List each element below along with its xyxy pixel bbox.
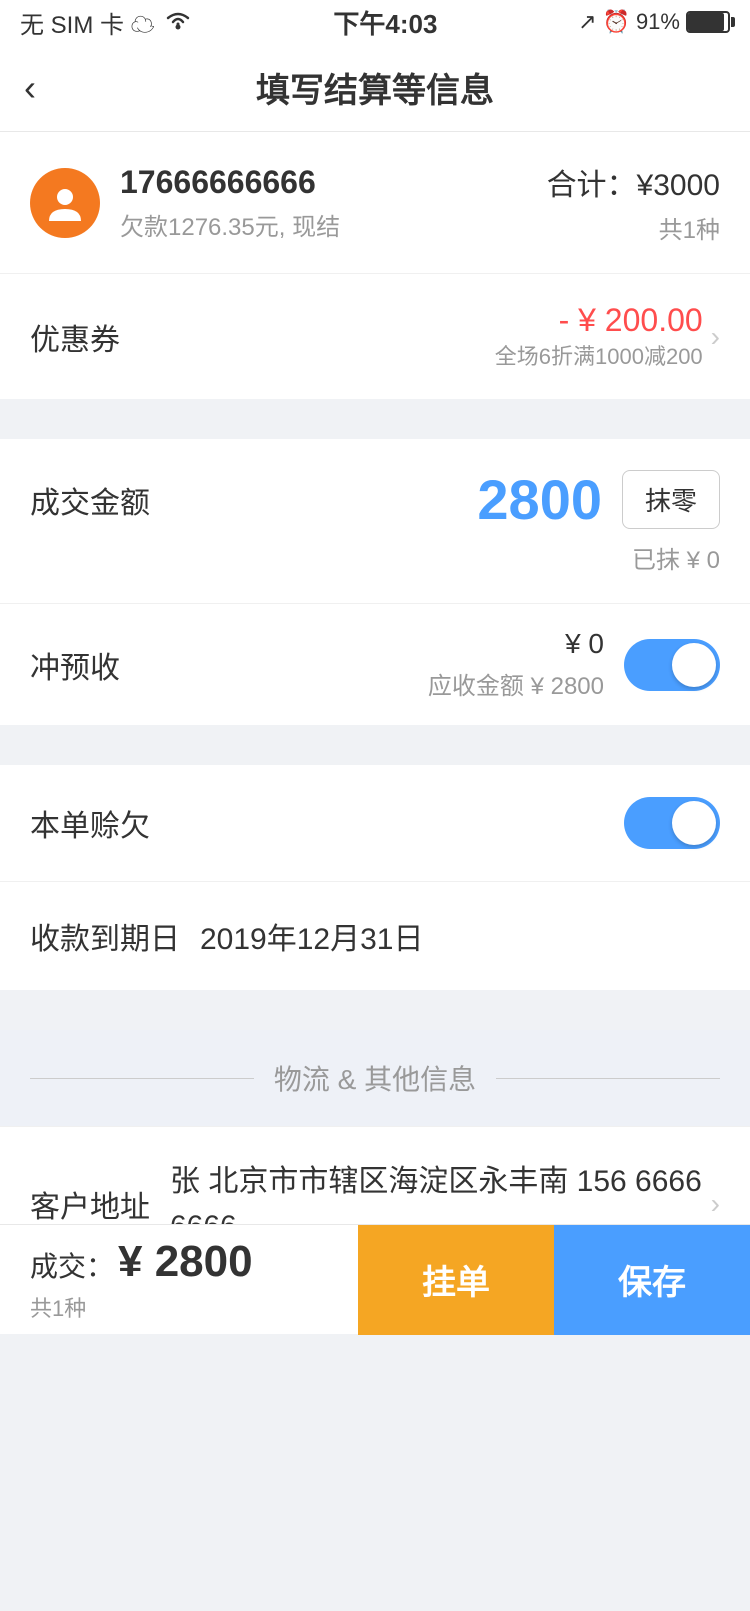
section-divider-1 <box>0 419 750 439</box>
user-phone: 17666666666 <box>120 164 340 201</box>
date-row: 收款到期日 2019年12月31日 <box>0 881 750 990</box>
user-left: 17666666666 欠款1276.35元, 现结 <box>30 164 340 242</box>
deal-label: 成交： <box>30 1245 114 1285</box>
status-right: ↗ ⏰ 91% <box>578 9 730 35</box>
logistics-header: 物流 & 其他信息 <box>0 1030 750 1126</box>
debt-toggle-thumb <box>672 801 716 845</box>
avatar <box>30 168 100 238</box>
precollect-desc: 应收金额 ¥ 2800 <box>428 666 604 701</box>
logistics-line-left <box>30 1078 254 1079</box>
address-label: 客户地址 <box>30 1182 150 1226</box>
user-sub-text: 欠款1276.35元, 现结 <box>120 207 340 242</box>
bottom-padding <box>0 1501 750 1611</box>
nav-bar: ‹ 填写结算等信息 <box>0 44 750 132</box>
amount-sub: 已抹 ¥ 0 <box>30 540 720 575</box>
user-card: 17666666666 欠款1276.35元, 现结 合计：¥3000 共1种 … <box>0 132 750 399</box>
logistics-line-right <box>496 1078 720 1079</box>
coupon-desc: 全场6折满1000减200 <box>495 339 703 371</box>
date-label: 收款到期日 <box>30 914 180 958</box>
toggle-thumb <box>672 643 716 687</box>
amount-label: 成交金额 <box>30 478 150 522</box>
user-right: 合计：¥3000 共1种 <box>547 160 720 245</box>
main-content: 17666666666 欠款1276.35元, 现结 合计：¥3000 共1种 … <box>0 132 750 1611</box>
user-info: 17666666666 欠款1276.35元, 现结 <box>120 164 340 242</box>
round-button[interactable]: 抹零 <box>622 470 720 529</box>
user-row: 17666666666 欠款1276.35元, 现结 合计：¥3000 共1种 <box>0 132 750 273</box>
precollect-values: ¥ 0 应收金额 ¥ 2800 <box>428 628 604 701</box>
debt-card: 本单赊欠 收款到期日 2019年12月31日 <box>0 765 750 990</box>
deal-count: 共1种 <box>30 1291 328 1323</box>
coupon-label: 优惠券 <box>30 315 120 359</box>
coupon-chevron-icon: › <box>711 321 720 353</box>
amount-number: 2800 <box>477 467 602 532</box>
page-title: 填写结算等信息 <box>256 63 494 112</box>
wifi-icon <box>163 8 193 37</box>
amount-section: 成交金额 2800 抹零 已抹 ¥ 0 <box>0 439 750 603</box>
status-left: 无 SIM 卡 ☁ <box>20 5 193 40</box>
alarm-icon: ⏰ <box>603 9 630 35</box>
amount-value-block: 2800 抹零 <box>477 467 720 532</box>
deal-amount: ¥ 2800 <box>118 1237 253 1287</box>
coupon-row[interactable]: 优惠券 - ¥ 200.00 全场6折满1000减200 › <box>0 273 750 399</box>
precollect-right: ¥ 0 应收金额 ¥ 2800 <box>428 628 720 701</box>
section-divider-2 <box>0 745 750 765</box>
precollect-toggle[interactable] <box>624 639 720 691</box>
coupon-right: - ¥ 200.00 全场6折满1000减200 › <box>495 302 720 371</box>
sim-status: 无 SIM 卡 ☁ <box>20 5 155 40</box>
status-time: 下午4:03 <box>333 4 437 41</box>
debt-label: 本单赊欠 <box>30 801 150 845</box>
hang-button[interactable]: 挂单 <box>358 1225 554 1335</box>
bottom-bar: 成交： ¥ 2800 共1种 挂单 保存 <box>0 1224 750 1334</box>
logistics-label: 物流 & 其他信息 <box>274 1058 476 1098</box>
debt-row: 本单赊欠 <box>0 765 750 881</box>
back-button[interactable]: ‹ <box>24 67 36 109</box>
precollect-amount: ¥ 0 <box>428 628 604 660</box>
amount-card: 成交金额 2800 抹零 已抹 ¥ 0 冲预收 ¥ 0 应收金额 ¥ 2800 <box>0 439 750 725</box>
amount-row: 成交金额 2800 抹零 <box>30 467 720 532</box>
save-button[interactable]: 保存 <box>554 1225 750 1335</box>
address-chevron-icon: › <box>711 1188 720 1220</box>
debt-toggle[interactable] <box>624 797 720 849</box>
user-count: 共1种 <box>547 210 720 245</box>
precollect-row: 冲预收 ¥ 0 应收金额 ¥ 2800 <box>0 603 750 725</box>
battery-icon <box>686 11 730 33</box>
user-total: 合计：¥3000 <box>547 160 720 204</box>
status-bar: 无 SIM 卡 ☁ 下午4:03 ↗ ⏰ 91% <box>0 0 750 44</box>
section-divider-3 <box>0 1010 750 1030</box>
location-icon: ↗ <box>578 9 596 35</box>
coupon-amount: - ¥ 200.00 <box>495 302 703 339</box>
bottom-summary: 成交： ¥ 2800 共1种 <box>0 1237 358 1323</box>
precollect-label: 冲预收 <box>30 643 120 687</box>
battery-percent: 91% <box>636 9 680 35</box>
date-value: 2019年12月31日 <box>200 914 423 958</box>
